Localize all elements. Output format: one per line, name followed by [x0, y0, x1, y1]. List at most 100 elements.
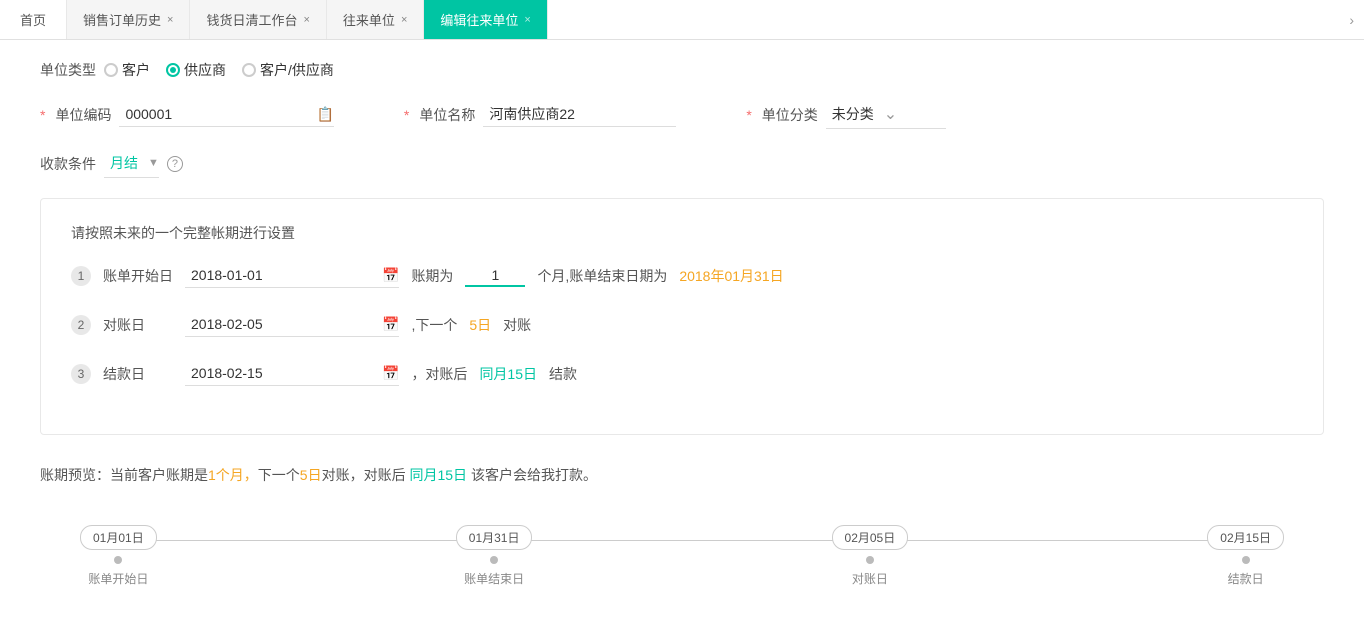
timeline-dot-2 [490, 556, 498, 564]
period-prefix: 账期为 [411, 266, 453, 286]
reconcile-date-input[interactable] [185, 312, 378, 336]
payment-condition-select[interactable]: 月结 ▼ [104, 149, 159, 178]
tab-sales-history-close[interactable]: × [167, 14, 173, 26]
timeline-points: 01月01日 账单开始日 01月31日 账单结束日 02月05日 对账日 02月… [80, 525, 1284, 587]
unit-code-input-wrapper: 📋 [119, 102, 333, 127]
setting-row-2: 2 对账日 📅 ,下一个 5日 对账 [71, 312, 1293, 337]
payment-highlight: 同月15日 [479, 364, 537, 384]
row-label-2: 对账日 [103, 315, 173, 335]
tab-cash-work-close[interactable]: × [303, 14, 309, 26]
unit-category-value: 未分类 [826, 100, 880, 128]
start-date-input-wrapper: 📅 [185, 263, 399, 288]
unit-code-input[interactable] [119, 102, 312, 126]
payment-row: 收款条件 月结 ▼ ? [40, 149, 1324, 178]
payment-suffix: 结款 [549, 364, 577, 384]
timeline-dot-1 [114, 556, 122, 564]
row-label-1: 账单开始日 [103, 266, 173, 286]
tab-cash-work-label: 钱货日清工作台 [206, 10, 297, 29]
row-label-3: 结款日 [103, 364, 173, 384]
unit-type-group: 单位类型 客户 供应商 客户/供应商 [40, 60, 334, 80]
payment-condition-label: 收款条件 [40, 154, 96, 174]
timeline-desc-4: 结款日 [1228, 570, 1264, 587]
radio-supplier[interactable]: 供应商 [166, 60, 226, 80]
setting-row-3: 3 结款日 📅 ，对账后 同月15日 结款 [71, 361, 1293, 386]
timeline-label-4: 02月15日 [1207, 525, 1284, 550]
preview-middle1: 下一个 [258, 467, 300, 483]
reconcile-suffix: 对账 [503, 315, 531, 335]
reconcile-date-calendar-icon[interactable]: 📅 [382, 316, 399, 333]
timeline-container: 01月01日 账单开始日 01月31日 账单结束日 02月05日 对账日 02月… [40, 515, 1324, 617]
timeline-label-2: 01月31日 [456, 525, 533, 550]
tab-edit-partner-label: 编辑往来单位 [440, 10, 518, 29]
unit-category-star: * [746, 107, 751, 123]
tab-edit-partner[interactable]: 编辑往来单位 × [424, 0, 547, 39]
row-num-3: 3 [71, 364, 91, 384]
unit-category-label: 单位分类 [762, 105, 818, 125]
timeline-dot-4 [1242, 556, 1250, 564]
timeline-label-1: 01月01日 [80, 525, 157, 550]
timeline-label-3: 02月05日 [832, 525, 909, 550]
preview-middle2: 对账，对账后 [322, 467, 406, 483]
unit-type-row: 单位类型 客户 供应商 客户/供应商 [40, 60, 1324, 80]
payment-prefix: ，对账后 [411, 364, 467, 384]
tab-home[interactable]: 首页 [0, 0, 67, 39]
unit-name-input[interactable] [483, 102, 676, 127]
timeline-dot-3 [866, 556, 874, 564]
unit-type-label: 单位类型 [40, 60, 96, 80]
payment-date-input-wrapper: 📅 [185, 361, 399, 386]
timeline-desc-3: 对账日 [852, 570, 888, 587]
tab-partner[interactable]: 往来单位 × [327, 0, 424, 39]
tab-bar: 首页 销售订单历史 × 钱货日清工作台 × 往来单位 × 编辑往来单位 × › [0, 0, 1364, 40]
unit-code-star: * [40, 107, 45, 123]
row-num-2: 2 [71, 315, 91, 335]
preview-highlight2: 5日 [300, 467, 322, 483]
radio-supplier-label: 供应商 [184, 60, 226, 80]
unit-code-icon[interactable]: 📋 [316, 106, 333, 123]
timeline-point-4: 02月15日 结款日 [1207, 525, 1284, 587]
tab-partner-label: 往来单位 [343, 10, 395, 29]
tab-sales-history[interactable]: 销售订单历史 × [67, 0, 190, 39]
tab-bar-more[interactable]: › [1339, 0, 1364, 39]
preview-highlight1: 1个月， [208, 467, 258, 483]
payment-help-icon[interactable]: ? [167, 156, 183, 172]
payment-date-input[interactable] [185, 361, 378, 385]
reconcile-highlight: 5日 [469, 315, 491, 335]
unit-category-group: * 单位分类 未分类 ⌄ [746, 100, 945, 129]
start-date-input[interactable] [185, 263, 378, 287]
timeline-desc-2: 账单结束日 [464, 570, 524, 587]
timeline-point-2: 01月31日 账单结束日 [456, 525, 533, 587]
radio-customer-label: 客户 [122, 60, 150, 80]
radio-customer-circle [104, 63, 118, 77]
period-value-input[interactable] [465, 265, 525, 287]
timeline-point-1: 01月01日 账单开始日 [80, 525, 157, 587]
card-title: 请按照未来的一个完整帐期进行设置 [71, 223, 1293, 243]
payment-condition-value: 月结 [104, 149, 144, 177]
tab-cash-work[interactable]: 钱货日清工作台 × [190, 0, 326, 39]
radio-customer[interactable]: 客户 [104, 60, 150, 80]
timeline-desc-1: 账单开始日 [88, 570, 148, 587]
radio-group: 客户 供应商 客户/供应商 [104, 60, 334, 80]
unit-code-group: * 单位编码 📋 [40, 102, 334, 127]
reconcile-date-input-wrapper: 📅 [185, 312, 399, 337]
payment-date-calendar-icon[interactable]: 📅 [382, 365, 399, 382]
tab-edit-partner-close[interactable]: × [524, 14, 530, 26]
unit-code-label: 单位编码 [55, 105, 111, 125]
setting-row-1: 1 账单开始日 📅 账期为 个月,账单结束日期为 2018年01月31日 [71, 263, 1293, 288]
tab-home-label: 首页 [20, 10, 46, 29]
tab-partner-close[interactable]: × [401, 14, 407, 26]
start-date-calendar-icon[interactable]: 📅 [382, 267, 399, 284]
payment-condition-arrow: ▼ [148, 157, 159, 169]
unit-category-dropdown-icon[interactable]: ⌄ [884, 104, 897, 124]
radio-both[interactable]: 客户/供应商 [242, 60, 334, 80]
card-section: 请按照未来的一个完整帐期进行设置 1 账单开始日 📅 账期为 个月,账单结束日期… [40, 198, 1324, 435]
unit-name-star: * [404, 107, 409, 123]
unit-name-group: * 单位名称 [404, 102, 676, 127]
period-end-date: 2018年01月31日 [679, 266, 783, 286]
radio-supplier-circle [166, 63, 180, 77]
radio-both-label: 客户/供应商 [260, 60, 334, 80]
unit-category-select[interactable]: 未分类 ⌄ [826, 100, 946, 129]
row-num-1: 1 [71, 266, 91, 286]
radio-both-circle [242, 63, 256, 77]
period-unit: 个月,账单结束日期为 [537, 266, 667, 286]
unit-info-row: * 单位编码 📋 * 单位名称 * 单位分类 未分类 ⌄ [40, 100, 1324, 129]
